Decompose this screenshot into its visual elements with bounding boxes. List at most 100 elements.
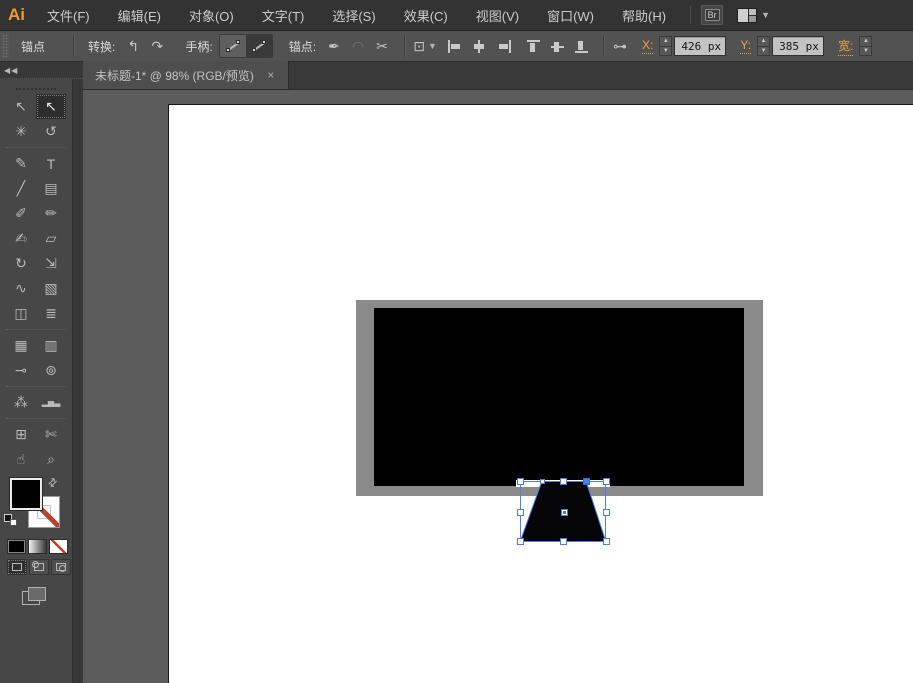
align-to-selection-button[interactable]: ⊡ ▼	[413, 35, 437, 57]
draw-normal-button[interactable]	[7, 559, 27, 575]
color-button[interactable]	[7, 539, 26, 554]
canvas-pasteboard[interactable]	[83, 90, 913, 683]
spinner-down-icon[interactable]: ▼	[758, 46, 770, 55]
spinner-down-icon[interactable]: ▼	[860, 46, 872, 55]
align-vertical-bottom-button[interactable]	[569, 35, 593, 57]
menu-item-0[interactable]: 文件(F)	[33, 0, 104, 31]
align-horizontal-right-button[interactable]	[491, 35, 515, 57]
anchor-point-unselected[interactable]	[540, 479, 545, 484]
show-handles-button[interactable]	[219, 35, 246, 57]
eraser-tool[interactable]: ▱	[36, 226, 66, 251]
column-graph-tool[interactable]: ▂▅▃	[36, 390, 66, 415]
pen-tool[interactable]: ✎	[6, 151, 36, 176]
width-label[interactable]: 宽:	[838, 37, 854, 56]
fill-color-well[interactable]	[10, 478, 42, 510]
menu-item-6[interactable]: 视图(V)	[462, 0, 533, 31]
object-center-point[interactable]	[561, 509, 568, 516]
align-horizontal-left-button[interactable]	[443, 35, 467, 57]
handle-top-left[interactable]	[517, 478, 524, 485]
menu-item-5[interactable]: 效果(C)	[390, 0, 462, 31]
shape-builder-tool[interactable]: ◫	[6, 301, 36, 326]
default-fill-stroke-icon[interactable]	[4, 514, 17, 526]
symbol-sprayer-tool[interactable]: ⁂	[6, 390, 36, 415]
artboard-tool[interactable]: ⊞	[6, 422, 36, 447]
slice-tool[interactable]: ✄	[36, 422, 66, 447]
document-tab[interactable]: 未标题-1* @ 98% (RGB/预览) ×	[83, 61, 289, 89]
gradient-button[interactable]	[28, 539, 47, 554]
width-tool[interactable]: ∿	[6, 276, 36, 301]
anchor-point-selected[interactable]	[583, 478, 590, 485]
handle-top-center[interactable]	[560, 478, 567, 485]
delete-anchor-button[interactable]: ✒	[322, 35, 346, 57]
convert-to-corner-button[interactable]: ↰	[121, 35, 145, 57]
rotate-tool[interactable]: ↻	[6, 251, 36, 276]
rectangle-tool[interactable]: ▤	[36, 176, 66, 201]
panel-grip[interactable]	[16, 82, 56, 90]
controlbar-grip[interactable]	[2, 34, 9, 58]
cut-path-button[interactable]: ✂	[370, 35, 394, 57]
close-icon[interactable]: ×	[264, 68, 278, 82]
monitor-frame-shape[interactable]	[356, 300, 763, 496]
handle-bottom-center[interactable]	[560, 538, 567, 545]
none-button[interactable]	[49, 539, 68, 554]
gradient-tool[interactable]: ▥	[36, 333, 66, 358]
draw-inside-button[interactable]	[51, 559, 71, 575]
blob-brush-tool[interactable]: ✍	[6, 226, 36, 251]
bridge-button[interactable]: Br	[701, 5, 724, 25]
monitor-screen-shape[interactable]	[374, 308, 744, 486]
menu-item-1[interactable]: 编辑(E)	[104, 0, 175, 31]
y-spinner[interactable]: ▲ ▼	[757, 36, 771, 56]
align-vertical-top-button[interactable]	[521, 35, 545, 57]
align-vertical-center-button[interactable]	[545, 35, 569, 57]
free-transform-tool[interactable]: ▧	[36, 276, 66, 301]
workspace-switcher-button[interactable]: ▼	[737, 7, 770, 23]
spinner-up-icon[interactable]: ▲	[660, 37, 672, 47]
handle-middle-right[interactable]	[603, 509, 610, 516]
blend-tool[interactable]: ⊚	[36, 358, 66, 383]
perspective-grid-tool[interactable]: ≣	[36, 301, 66, 326]
draw-behind-button[interactable]	[29, 559, 49, 575]
handle-top-right[interactable]	[603, 478, 610, 485]
pencil-tool[interactable]: ✏	[36, 201, 66, 226]
spinner-down-icon[interactable]: ▼	[660, 46, 672, 55]
y-coordinate-input[interactable]: 385 px	[772, 36, 825, 56]
collapse-panel-button[interactable]: ◀◀	[4, 66, 18, 75]
x-spinner[interactable]: ▲ ▼	[659, 36, 673, 56]
y-coordinate-label[interactable]: Y:	[740, 38, 752, 54]
hand-tool[interactable]: ☝	[6, 447, 36, 472]
x-coordinate-label[interactable]: X:	[642, 38, 654, 54]
menu-item-8[interactable]: 帮助(H)	[608, 0, 680, 31]
handles-label: 手柄:	[185, 39, 213, 54]
spinner-up-icon[interactable]: ▲	[758, 37, 770, 47]
hide-handles-button[interactable]	[245, 35, 272, 57]
line-segment-tool[interactable]: ╱	[6, 176, 36, 201]
spinner-up-icon[interactable]: ▲	[860, 37, 872, 47]
screen-mode-button[interactable]	[22, 587, 48, 607]
handle-middle-left[interactable]	[517, 509, 524, 516]
paintbrush-tool[interactable]: ✐	[6, 201, 36, 226]
menu-item-4[interactable]: 选择(S)	[318, 0, 389, 31]
mesh-tool[interactable]: ▦	[6, 333, 36, 358]
lasso-tool[interactable]: ↺	[36, 119, 66, 144]
width-spinner[interactable]: ▲ ▼	[859, 36, 873, 56]
connect-endpoints-button[interactable]: ◠	[346, 35, 370, 57]
eyedropper-tool[interactable]: ⊸	[6, 358, 36, 383]
direct-selection-tool[interactable]: ↖	[36, 94, 66, 119]
convert-to-smooth-button[interactable]: ↷	[145, 35, 169, 57]
anchor-display-button[interactable]: ⊶	[608, 35, 632, 57]
magic-wand-tool[interactable]: ✳	[6, 119, 36, 144]
handle-bottom-right[interactable]	[603, 538, 610, 545]
handle-bottom-left[interactable]	[517, 538, 524, 545]
selection-tool[interactable]: ↖	[6, 94, 36, 119]
menu-item-7[interactable]: 窗口(W)	[533, 0, 608, 31]
zoom-tool[interactable]: ⌕	[36, 447, 66, 472]
scale-tool[interactable]: ⇲	[36, 251, 66, 276]
x-coordinate-input[interactable]: 426 px	[674, 36, 727, 56]
swap-fill-stroke-icon[interactable]: ⇄	[45, 475, 60, 490]
type-tool[interactable]: T	[36, 151, 66, 176]
align-horizontal-center-button[interactable]	[467, 35, 491, 57]
draw-normal-icon	[12, 563, 22, 571]
menu-item-3[interactable]: 文字(T)	[248, 0, 319, 31]
menu-item-2[interactable]: 对象(O)	[175, 0, 248, 31]
align-right-icon	[496, 39, 511, 53]
